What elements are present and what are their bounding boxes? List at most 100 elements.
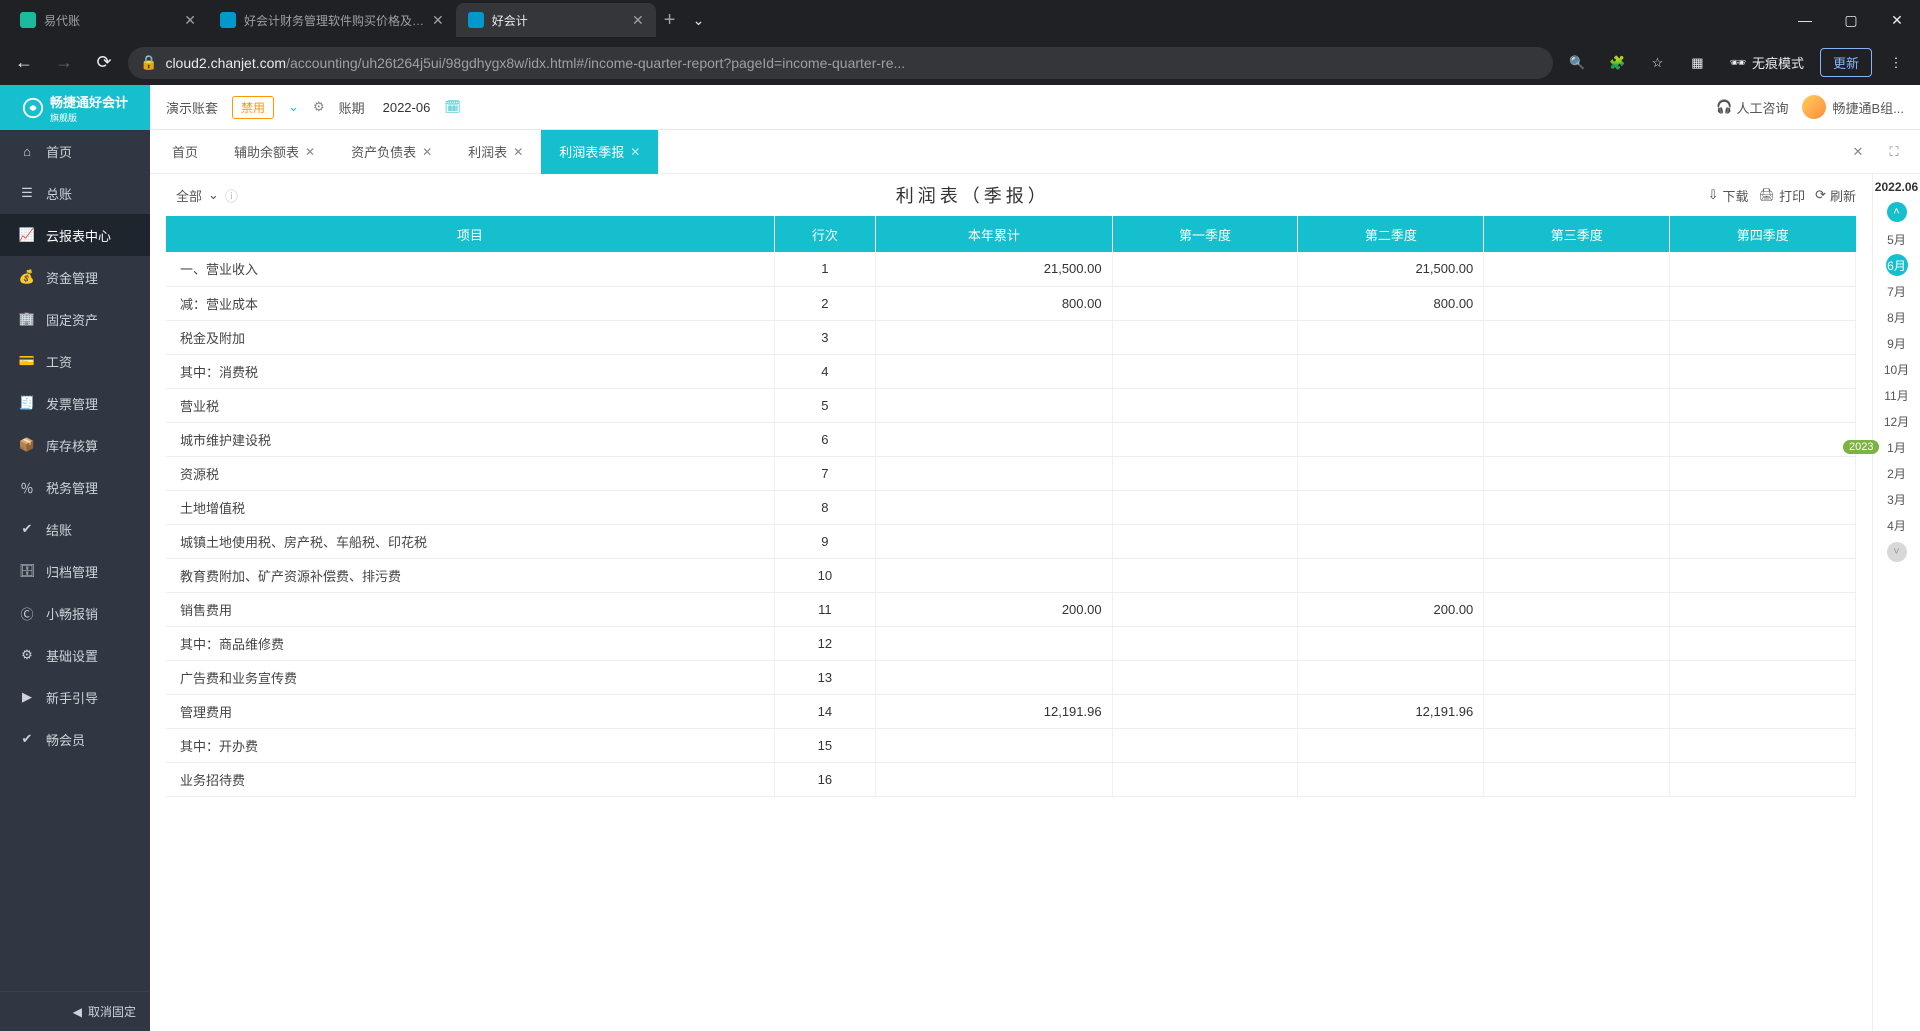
nav-forward-button[interactable]: →: [48, 47, 80, 79]
user-menu[interactable]: 畅捷通B组...: [1802, 95, 1904, 119]
fullscreen-button[interactable]: ⛶: [1880, 144, 1908, 160]
page-tab[interactable]: 首页: [154, 130, 216, 174]
report-table-wrapper[interactable]: › 项目行次本年累计第一季度第二季度第三季度第四季度 一、营业收入121,500…: [166, 216, 1856, 1019]
month-4月[interactable]: 4月: [1873, 512, 1920, 538]
page-tab-close-icon[interactable]: ✕: [422, 145, 432, 159]
month-6月[interactable]: 6月: [1873, 252, 1920, 278]
table-row[interactable]: 城市维护建设税6: [166, 422, 1856, 456]
table-row[interactable]: 管理费用1412,191.9612,191.96: [166, 694, 1856, 728]
page-tab-close-icon[interactable]: ✕: [513, 145, 523, 159]
month-7月[interactable]: 7月: [1873, 278, 1920, 304]
nav-reload-button[interactable]: ⟳: [88, 47, 120, 79]
page-tab[interactable]: 资产负债表✕: [333, 130, 450, 174]
rail-scroll-down-button[interactable]: ˅: [1887, 542, 1907, 562]
table-row[interactable]: 减：营业成本2800.00800.00: [166, 286, 1856, 320]
table-row[interactable]: 营业税5: [166, 388, 1856, 422]
sidebar-item-report[interactable]: 📈云报表中心: [0, 214, 150, 256]
sidebar-item-inventory[interactable]: 📦库存核算: [0, 424, 150, 466]
tab-close-icon[interactable]: ✕: [632, 12, 644, 29]
sidebar-item-asset[interactable]: 🏢固定资产: [0, 298, 150, 340]
sidebar-item-home[interactable]: ⌂首页: [0, 130, 150, 172]
rail-scroll-up-button[interactable]: ˄: [1887, 202, 1907, 222]
incognito-icon: 🕶: [1729, 55, 1746, 71]
sidebar-item-settings[interactable]: ⚙基础设置: [0, 634, 150, 676]
salary-icon: 💳: [18, 353, 36, 369]
print-button[interactable]: 🖨打印: [1759, 186, 1806, 205]
sidebar-item-ledger[interactable]: ☰总账: [0, 172, 150, 214]
window-dropdown-button[interactable]: ⌄: [675, 0, 721, 40]
month-5月[interactable]: 5月: [1873, 226, 1920, 252]
month-10月[interactable]: 10月: [1873, 356, 1920, 382]
download-button[interactable]: ⇩下载: [1708, 186, 1749, 205]
address-bar[interactable]: 🔒 cloud2.chanjet.com/accounting/uh26t264…: [128, 47, 1553, 79]
sidebar-item-guide[interactable]: ▶新手引导: [0, 676, 150, 718]
sidebar-item-close[interactable]: ✔结账: [0, 508, 150, 550]
cell-line: 6: [774, 422, 875, 456]
page-tab[interactable]: 利润表季报✕: [541, 130, 658, 174]
sidebar-item-invoice[interactable]: 🧾发票管理: [0, 382, 150, 424]
table-row[interactable]: 其中：商品维修费12: [166, 626, 1856, 660]
table-row[interactable]: 税金及附加3: [166, 320, 1856, 354]
tab-close-icon[interactable]: ✕: [432, 12, 444, 29]
extensions-icon[interactable]: 🧩: [1601, 47, 1633, 79]
window-close-button[interactable]: ✕: [1874, 0, 1920, 40]
customer-service-link[interactable]: 🎧 人工咨询: [1716, 98, 1788, 117]
page-tab[interactable]: 辅助余额表✕: [216, 130, 333, 174]
translate-icon[interactable]: ▦: [1681, 47, 1713, 79]
browser-update-button[interactable]: 更新: [1820, 48, 1872, 77]
nav-back-button[interactable]: ←: [8, 47, 40, 79]
close-all-tabs-button[interactable]: ✕: [1844, 144, 1872, 160]
month-11月[interactable]: 11月: [1873, 382, 1920, 408]
table-row[interactable]: 教育费附加、矿产资源补偿费、排污费10: [166, 558, 1856, 592]
month-1月[interactable]: 1月2023: [1873, 434, 1920, 460]
help-icon[interactable]: ⓘ: [225, 186, 238, 205]
sidebar-item-vip[interactable]: ✔畅会员: [0, 718, 150, 760]
refresh-button[interactable]: ⟳刷新: [1815, 186, 1856, 205]
period-value[interactable]: 2022-06: [383, 100, 431, 115]
browser-tab[interactable]: 好会计财务管理软件购买价格及… ✕: [208, 3, 456, 37]
zoom-icon[interactable]: 🔍: [1561, 47, 1593, 79]
cell-item: 其中：消费税: [166, 354, 774, 388]
filter-dropdown[interactable]: 全部 ⌄ ⓘ: [166, 186, 238, 205]
browser-menu-button[interactable]: ⋮: [1880, 47, 1912, 79]
table-row[interactable]: 其中：开办费15: [166, 728, 1856, 762]
sidebar-item-archive[interactable]: 🗄归档管理: [0, 550, 150, 592]
table-row[interactable]: 资源税7: [166, 456, 1856, 490]
browser-tab[interactable]: 好会计 ✕: [456, 3, 656, 37]
month-12月[interactable]: 12月: [1873, 408, 1920, 434]
page-tab[interactable]: 利润表✕: [450, 130, 541, 174]
table-row[interactable]: 其中：消费税4: [166, 354, 1856, 388]
incognito-badge: 🕶 无痕模式: [1721, 53, 1812, 72]
page-tab-close-icon[interactable]: ✕: [305, 145, 315, 159]
tab-close-icon[interactable]: ✕: [184, 12, 196, 29]
table-row[interactable]: 销售费用11200.00200.00: [166, 592, 1856, 626]
month-3月[interactable]: 3月: [1873, 486, 1920, 512]
topbar: 演示账套 禁用 ⌄ ⚙ 账期 2022-06 🗓 🎧 人工咨询 畅捷通B组...: [150, 85, 1920, 130]
account-settings-icon[interactable]: ⚙: [313, 99, 325, 115]
account-name[interactable]: 演示账套: [166, 98, 218, 117]
new-tab-button[interactable]: +: [664, 9, 676, 32]
table-row[interactable]: 土地增值税8: [166, 490, 1856, 524]
page-tab-close-icon[interactable]: ✕: [630, 145, 640, 159]
calendar-icon[interactable]: 🗓: [444, 99, 461, 115]
cell-q1: [1112, 762, 1298, 796]
sidebar-item-funds[interactable]: 💰资金管理: [0, 256, 150, 298]
sidebar-pin-toggle[interactable]: ◀ 取消固定: [0, 991, 150, 1031]
table-row[interactable]: 一、营业收入121,500.0021,500.00: [166, 252, 1856, 286]
table-row[interactable]: 城镇土地使用税、房产税、车船税、印花税9: [166, 524, 1856, 558]
table-row[interactable]: 业务招待费16: [166, 762, 1856, 796]
sidebar-item-salary[interactable]: 💳工资: [0, 340, 150, 382]
logo[interactable]: 畅捷通好会计 旗舰版: [0, 85, 150, 130]
month-9月[interactable]: 9月: [1873, 330, 1920, 356]
month-2月[interactable]: 2月: [1873, 460, 1920, 486]
window-maximize-button[interactable]: ▢: [1828, 0, 1874, 40]
sidebar-item-tax[interactable]: ％税务管理: [0, 466, 150, 508]
bookmark-icon[interactable]: ☆: [1641, 47, 1673, 79]
headset-icon: 🎧: [1716, 99, 1732, 115]
window-minimize-button[interactable]: —: [1782, 0, 1828, 40]
browser-tab[interactable]: 易代账 ✕: [8, 3, 208, 37]
sidebar-item-expense[interactable]: Ⓒ小畅报销: [0, 592, 150, 634]
account-dropdown-icon[interactable]: ⌄: [288, 99, 299, 115]
table-row[interactable]: 广告费和业务宣传费13: [166, 660, 1856, 694]
month-8月[interactable]: 8月: [1873, 304, 1920, 330]
